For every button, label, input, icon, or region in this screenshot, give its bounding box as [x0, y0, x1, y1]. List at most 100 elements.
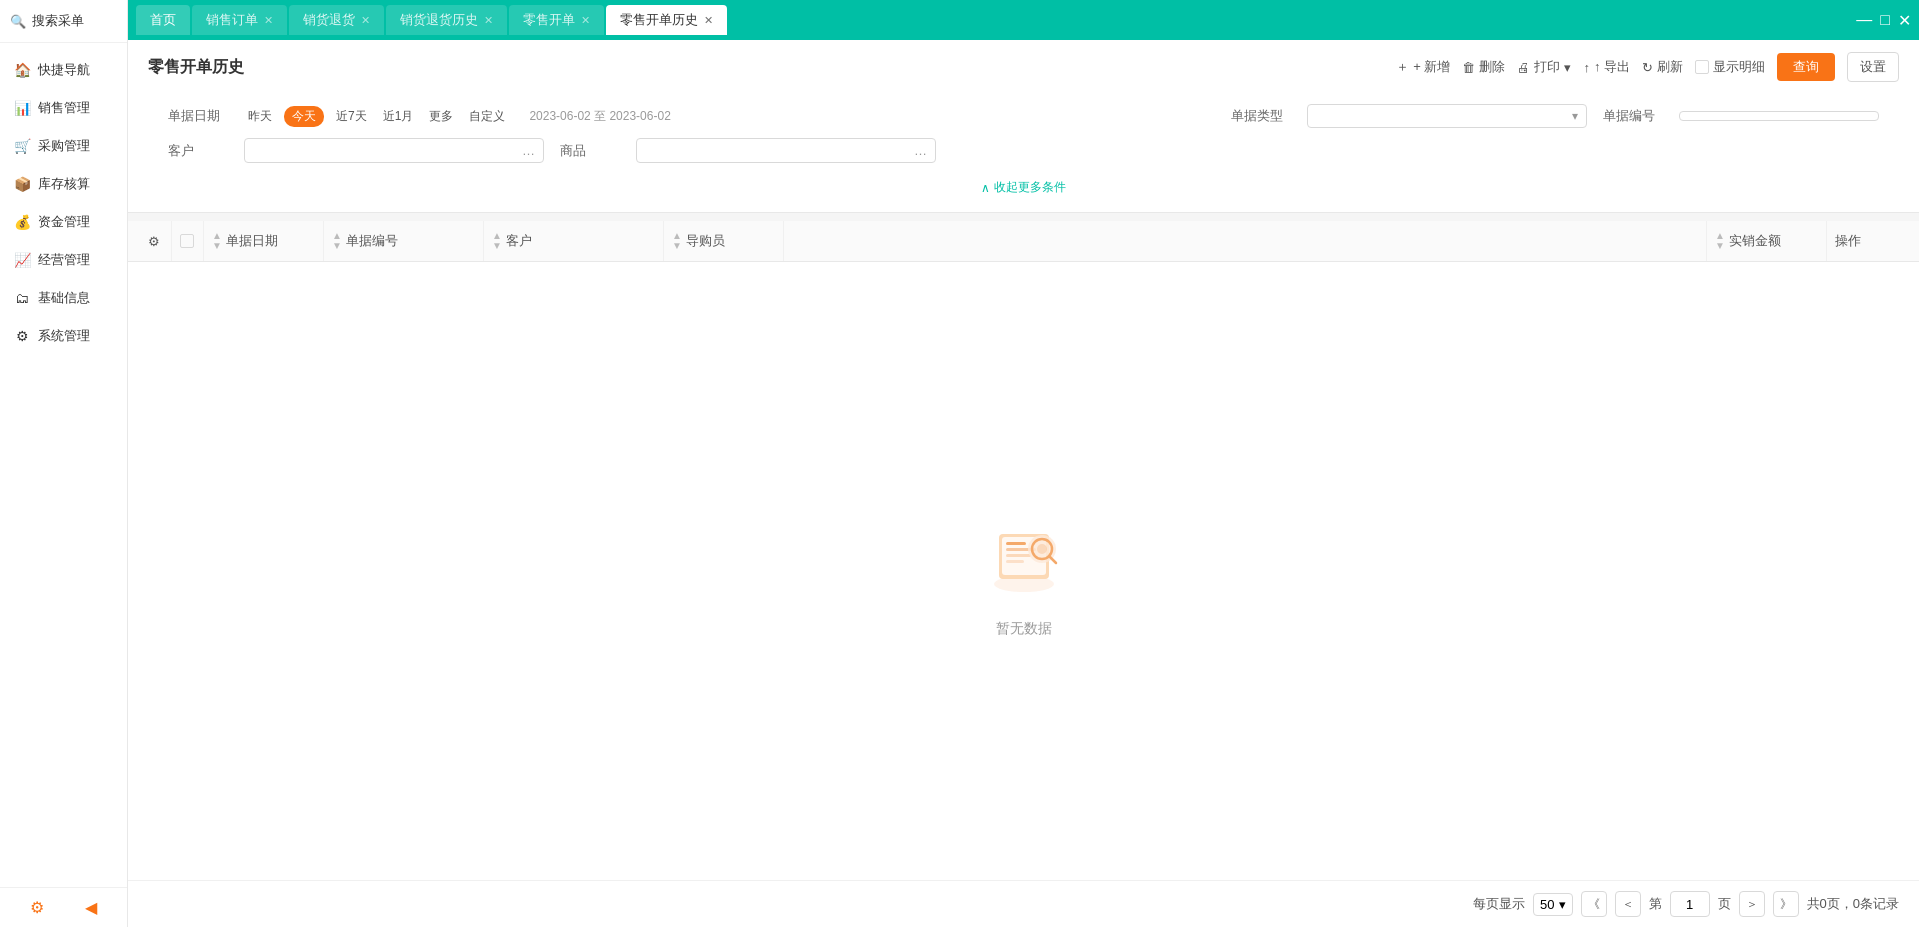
- add-button[interactable]: ＋ + 新增: [1396, 58, 1450, 76]
- doc-type-arrow: ▾: [1572, 109, 1578, 123]
- prev-page-icon: ＜: [1622, 896, 1634, 913]
- per-page-arrow: ▾: [1559, 897, 1566, 912]
- doc-no-label: 单据编号: [1603, 107, 1663, 125]
- tab-label-sales-order: 销售订单: [206, 11, 258, 29]
- current-page-input[interactable]: [1670, 891, 1710, 917]
- date-shortcut-今天[interactable]: 今天: [284, 106, 324, 127]
- next-page-icon: ＞: [1746, 896, 1758, 913]
- collapse-sidebar-icon[interactable]: ◀: [85, 898, 97, 917]
- doc-no-input[interactable]: [1679, 111, 1879, 121]
- th-no[interactable]: ▲▼ 单据编号: [324, 221, 484, 261]
- query-button[interactable]: 查询: [1777, 53, 1835, 81]
- date-label: 单据日期: [168, 107, 228, 125]
- date-shortcut-近1月[interactable]: 近1月: [379, 106, 418, 127]
- tab-sales-order[interactable]: 销售订单 ✕: [192, 5, 287, 35]
- customer-label: 客户: [168, 142, 228, 160]
- search-area[interactable]: 🔍 搜索采单: [0, 0, 127, 43]
- tab-close-sales-order[interactable]: ✕: [264, 14, 273, 27]
- next-page-button[interactable]: ＞: [1739, 891, 1765, 917]
- th-action: 操作: [1827, 221, 1907, 261]
- tab-label-sales-return: 销货退货: [303, 11, 355, 29]
- page-title: 零售开单历史: [148, 57, 244, 78]
- minimize-icon[interactable]: —: [1856, 11, 1872, 29]
- th-salesperson[interactable]: ▲▼ 导购员: [664, 221, 784, 261]
- tab-label-home: 首页: [150, 11, 176, 29]
- nav-label-xitong: 系统管理: [38, 327, 90, 345]
- tab-close-retail-open-history[interactable]: ✕: [704, 14, 713, 27]
- sidebar-item-caigou[interactable]: 🛒采购管理: [0, 127, 127, 165]
- th-customer[interactable]: ▲▼ 客户: [484, 221, 664, 261]
- sort-customer-icon: ▲▼: [492, 231, 502, 251]
- th-amount[interactable]: ▲▼ 实销金额: [1707, 221, 1827, 261]
- display-toggle[interactable]: 显示明细: [1695, 58, 1765, 76]
- date-shortcuts: 昨天今天近7天近1月更多自定义: [244, 106, 509, 127]
- per-page-value: 50: [1540, 897, 1554, 912]
- content-area: 零售开单历史 ＋ + 新增 🗑 删除 🖨 打印 ▾: [128, 40, 1919, 927]
- tab-close-sales-return[interactable]: ✕: [361, 14, 370, 27]
- product-label: 商品: [560, 142, 620, 160]
- refresh-icon: ↻: [1642, 60, 1653, 75]
- sidebar-item-kucun[interactable]: 📦库存核算: [0, 165, 127, 203]
- tab-close-retail-open[interactable]: ✕: [581, 14, 590, 27]
- prev-page-button[interactable]: ＜: [1615, 891, 1641, 917]
- th-checkbox[interactable]: [172, 221, 204, 261]
- print-arrow: ▾: [1564, 60, 1571, 75]
- first-page-button[interactable]: 《: [1581, 891, 1607, 917]
- delete-button[interactable]: 🗑 删除: [1462, 58, 1505, 76]
- display-checkbox[interactable]: [1695, 60, 1709, 74]
- settings-button[interactable]: 设置: [1847, 52, 1899, 82]
- print-icon: 🖨: [1517, 60, 1530, 75]
- delete-icon: 🗑: [1462, 60, 1475, 75]
- last-page-icon: 》: [1780, 896, 1792, 913]
- nav-icon-jichu: 🗂: [14, 290, 30, 306]
- print-button[interactable]: 🖨 打印 ▾: [1517, 58, 1571, 76]
- th-amount-label: 实销金额: [1729, 232, 1781, 250]
- maximize-icon[interactable]: □: [1880, 11, 1890, 29]
- page-suffix-label: 页: [1718, 895, 1731, 913]
- date-shortcut-更多[interactable]: 更多: [425, 106, 457, 127]
- export-label: ↑ 导出: [1594, 58, 1630, 76]
- th-settings[interactable]: ⚙: [140, 221, 172, 261]
- collapse-button[interactable]: ∧ 收起更多条件: [981, 179, 1066, 196]
- tab-home[interactable]: 首页: [136, 5, 190, 35]
- last-page-button[interactable]: 》: [1773, 891, 1799, 917]
- total-info: 共0页，0条记录: [1807, 895, 1899, 913]
- sidebar-item-jichu[interactable]: 🗂 基础信息: [0, 279, 127, 317]
- doc-type-label: 单据类型: [1231, 107, 1291, 125]
- th-spacer: [784, 221, 1707, 261]
- collapse-chevron-icon: ∧: [981, 181, 990, 195]
- sidebar-item-jingying[interactable]: 📈经营管理: [0, 241, 127, 279]
- nav-icon-xitong: ⚙: [14, 328, 30, 344]
- tab-sales-return[interactable]: 销货退货 ✕: [289, 5, 384, 35]
- settings-bottom-icon[interactable]: ⚙: [30, 898, 44, 917]
- per-page-select[interactable]: 50 ▾: [1533, 893, 1572, 916]
- tab-retail-open[interactable]: 零售开单 ✕: [509, 5, 604, 35]
- customer-input[interactable]: …: [244, 138, 544, 163]
- product-input[interactable]: …: [636, 138, 936, 163]
- tab-label-retail-open-history: 零售开单历史: [620, 11, 698, 29]
- sidebar-item-zijin[interactable]: 💰资金管理: [0, 203, 127, 241]
- tab-retail-open-history[interactable]: 零售开单历史 ✕: [606, 5, 727, 35]
- date-shortcut-近7天[interactable]: 近7天: [332, 106, 371, 127]
- sidebar-item-xitong[interactable]: ⚙ 系统管理: [0, 317, 127, 355]
- export-button[interactable]: ↑ ↑ 导出: [1583, 58, 1630, 76]
- nav-label-caigou: 采购管理: [38, 137, 90, 155]
- doc-type-select[interactable]: ▾: [1307, 104, 1587, 128]
- svg-rect-3: [1006, 542, 1026, 545]
- tab-sales-return-history[interactable]: 销货退货历史 ✕: [386, 5, 507, 35]
- nav-label-jichu: 基础信息: [38, 289, 90, 307]
- date-shortcut-自定义[interactable]: 自定义: [465, 106, 509, 127]
- tab-close-sales-return-history[interactable]: ✕: [484, 14, 493, 27]
- sidebar-bottom: ⚙ ◀: [0, 887, 127, 927]
- tab-label-retail-open: 零售开单: [523, 11, 575, 29]
- tab-label-sales-return-history: 销货退货历史: [400, 11, 478, 29]
- sidebar-item-xiaoshou[interactable]: 📊销售管理: [0, 89, 127, 127]
- collapse-label: 收起更多条件: [994, 179, 1066, 196]
- close-window-icon[interactable]: ✕: [1898, 11, 1911, 30]
- delete-label: 删除: [1479, 58, 1505, 76]
- th-date[interactable]: ▲▼ 单据日期: [204, 221, 324, 261]
- sidebar-item-kuaijie[interactable]: 🏠快捷导航: [0, 51, 127, 89]
- date-shortcut-昨天[interactable]: 昨天: [244, 106, 276, 127]
- select-all-checkbox[interactable]: [180, 234, 194, 248]
- refresh-button[interactable]: ↻ 刷新: [1642, 58, 1683, 76]
